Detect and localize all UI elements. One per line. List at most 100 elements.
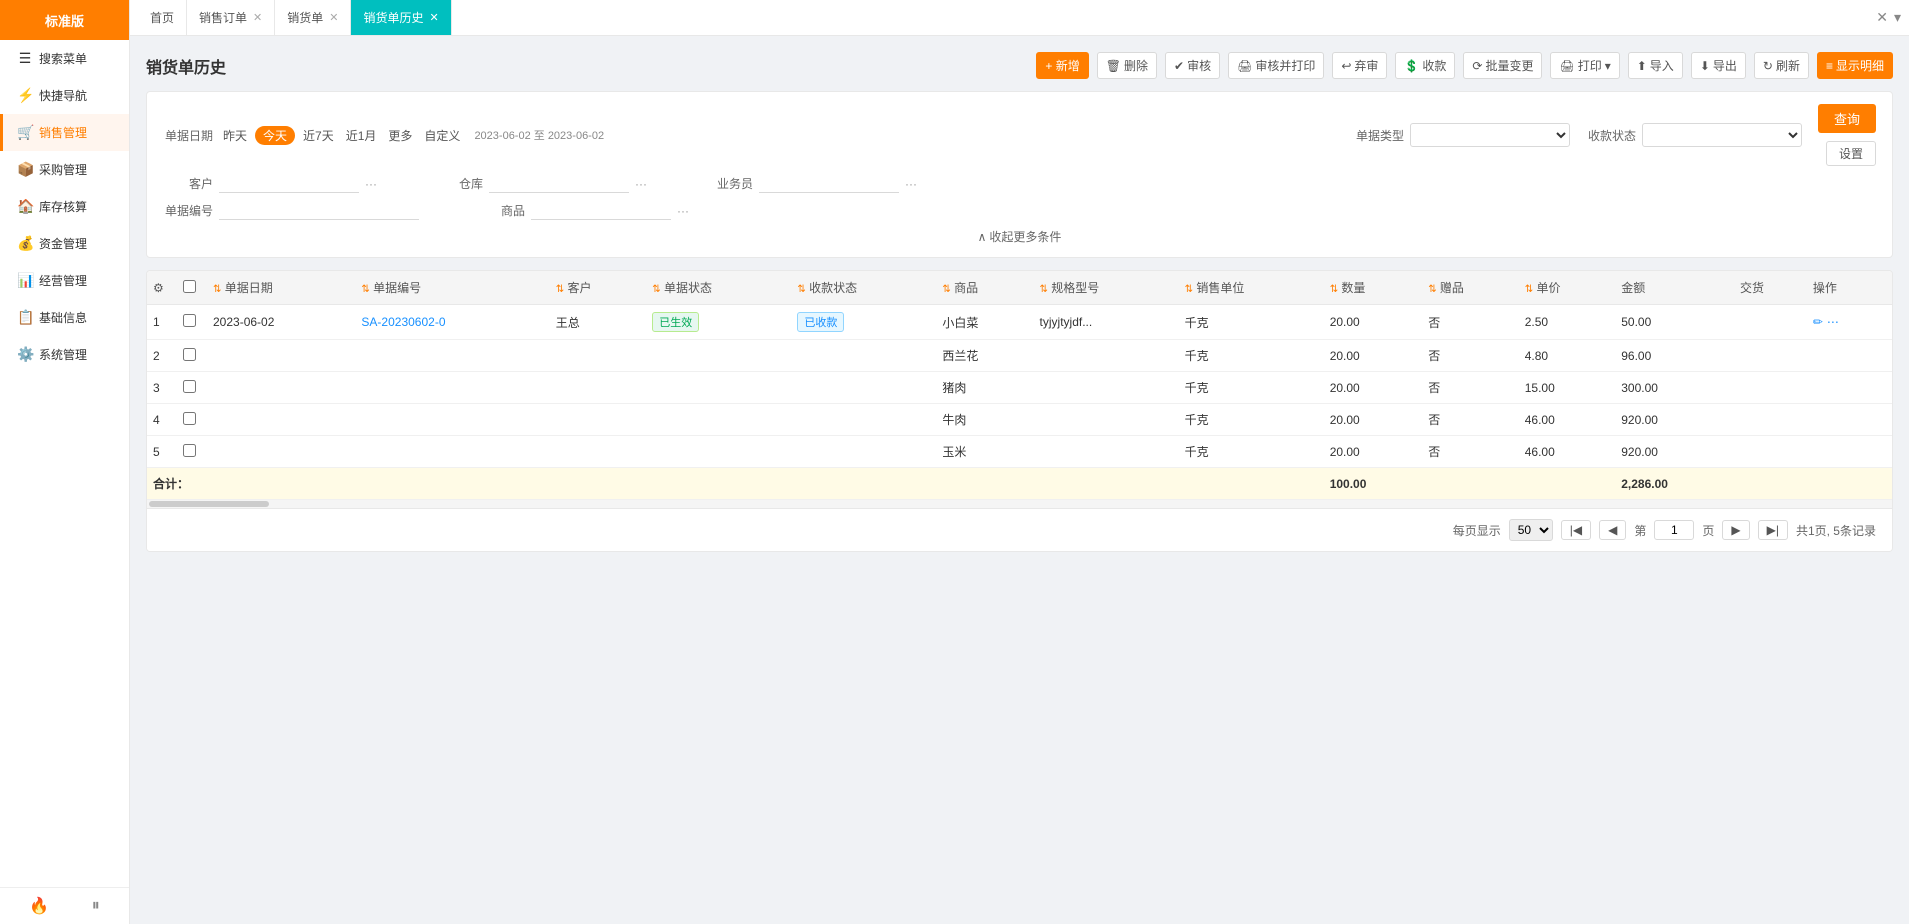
sidebar-item-operations[interactable]: 📊 经营管理 xyxy=(0,262,129,299)
new-button[interactable]: + 新增 xyxy=(1036,52,1088,79)
sidebar-item-sales-mgmt[interactable]: 🛒 销售管理 xyxy=(0,114,129,151)
page-input[interactable] xyxy=(1654,520,1694,540)
shortcut-yesterday[interactable]: 昨天 xyxy=(219,126,251,145)
th-qty[interactable]: ⇅ 数量 xyxy=(1324,271,1423,305)
th-pay-status[interactable]: ⇅ 收款状态 xyxy=(791,271,936,305)
row-checkbox[interactable] xyxy=(183,412,196,425)
pay-status-select[interactable] xyxy=(1642,123,1802,147)
show-detail-button[interactable]: ≡ 显示明细 xyxy=(1817,52,1893,79)
shortcut-today[interactable]: 今天 xyxy=(255,126,295,145)
tab-bar-close-icon[interactable]: ✕ xyxy=(1876,9,1888,26)
sidebar-item-inventory[interactable]: 🏠 库存核算 xyxy=(0,188,129,225)
row-checkbox[interactable] xyxy=(183,444,196,457)
warehouse-input[interactable] xyxy=(489,174,629,193)
shortcut-more[interactable]: 更多 xyxy=(384,126,416,145)
sidebar-item-finance[interactable]: 💰 资金管理 xyxy=(0,225,129,262)
sidebar-item-sys-mgmt[interactable]: ⚙️ 系统管理 xyxy=(0,336,129,373)
fire-icon[interactable]: 🔥 xyxy=(29,896,49,916)
staff-dots[interactable]: ··· xyxy=(905,177,917,191)
collect-button[interactable]: 💲 收款 xyxy=(1395,52,1455,79)
abandon-button[interactable]: ↩ 弃审 xyxy=(1332,52,1387,79)
batch-change-button[interactable]: ⟳ 批量变更 xyxy=(1463,52,1542,79)
table-scroll[interactable]: ⚙ ⇅ 单据日期 ⇅ 单据编号 xyxy=(147,271,1892,500)
tab-bar-menu-icon[interactable]: ▾ xyxy=(1894,9,1901,26)
th-amount: 金额 xyxy=(1615,271,1734,305)
cell-checkbox[interactable] xyxy=(177,404,207,436)
staff-label: 业务员 xyxy=(703,175,753,192)
collapse-more-btn[interactable]: ∧ 收起更多条件 xyxy=(163,228,1876,245)
tab-sales-order[interactable]: 销售订单 ✕ xyxy=(187,0,275,35)
th-goods[interactable]: ⇅ 商品 xyxy=(936,271,1033,305)
print-button[interactable]: 🖨 打印 ▾ xyxy=(1550,52,1619,79)
warehouse-dots[interactable]: ··· xyxy=(635,177,647,191)
staff-input[interactable] xyxy=(759,174,899,193)
summary-label: 合计： xyxy=(147,468,207,500)
horizontal-scrollbar[interactable] xyxy=(147,500,1892,508)
row-checkbox[interactable] xyxy=(183,380,196,393)
th-unit[interactable]: ⇅ 销售单位 xyxy=(1179,271,1324,305)
next-page-btn[interactable]: ▶ xyxy=(1722,520,1749,540)
cell-checkbox[interactable] xyxy=(177,436,207,468)
prev-page-btn[interactable]: ◀ xyxy=(1599,520,1626,540)
export-button[interactable]: ⬇ 导出 xyxy=(1691,52,1746,79)
pause-icon[interactable]: ⏸ xyxy=(92,897,100,915)
cell-checkbox[interactable] xyxy=(177,372,207,404)
cell-seq: 1 xyxy=(147,305,177,340)
page-unit: 页 xyxy=(1702,522,1714,539)
shortcut-1month[interactable]: 近1月 xyxy=(342,126,381,145)
customer-dots[interactable]: ··· xyxy=(365,177,377,191)
tab-sales-goods-close[interactable]: ✕ xyxy=(329,11,338,24)
sidebar-item-purchase-mgmt[interactable]: 📦 采购管理 xyxy=(0,151,129,188)
sort-icon-paystatus: ⇅ xyxy=(797,284,805,295)
cell-seq: 4 xyxy=(147,404,177,436)
row-checkbox[interactable] xyxy=(183,314,196,327)
th-customer[interactable]: ⇅ 客户 xyxy=(550,271,647,305)
cell-customer xyxy=(550,436,647,468)
tab-home[interactable]: 首页 xyxy=(138,0,187,35)
th-price[interactable]: ⇅ 单价 xyxy=(1519,271,1616,305)
cell-checkbox[interactable] xyxy=(177,340,207,372)
audit-print-button[interactable]: 🖨 审核并打印 xyxy=(1228,52,1324,79)
th-settings[interactable]: ⚙ xyxy=(147,271,177,305)
more-action[interactable]: ⋯ xyxy=(1827,315,1839,329)
edit-action[interactable]: ✏ xyxy=(1813,315,1823,329)
tab-sales-history[interactable]: 销货单历史 ✕ xyxy=(351,0,451,35)
scroll-thumb[interactable] xyxy=(149,501,269,507)
customer-input[interactable] xyxy=(219,174,359,193)
sidebar-item-search-menu[interactable]: ☰ 搜索菜单 xyxy=(0,40,129,77)
goods-input[interactable] xyxy=(531,201,671,220)
cell-price: 46.00 xyxy=(1519,436,1616,468)
per-page-select[interactable]: 50 xyxy=(1509,519,1553,541)
shortcut-custom[interactable]: 自定义 xyxy=(420,126,464,145)
refresh-button[interactable]: ↻ 刷新 xyxy=(1754,52,1809,79)
shortcut-7days[interactable]: 近7天 xyxy=(299,126,338,145)
th-spec[interactable]: ⇅ 规格型号 xyxy=(1034,271,1179,305)
th-gift[interactable]: ⇅ 赠品 xyxy=(1422,271,1519,305)
goods-dots[interactable]: ··· xyxy=(677,204,689,218)
th-date[interactable]: ⇅ 单据日期 xyxy=(207,271,355,305)
tab-sales-history-close[interactable]: ✕ xyxy=(430,11,439,24)
set-button[interactable]: 设置 xyxy=(1826,141,1876,166)
first-page-btn[interactable]: |◀ xyxy=(1561,520,1591,540)
sidebar-item-basic-info[interactable]: 📋 基础信息 xyxy=(0,299,129,336)
th-checkbox[interactable] xyxy=(177,271,207,305)
docno-input[interactable] xyxy=(219,201,419,220)
table-wrapper: ⚙ ⇅ 单据日期 ⇅ 单据编号 xyxy=(146,270,1893,552)
tab-sales-order-close[interactable]: ✕ xyxy=(253,11,262,24)
date-label: 单据日期 xyxy=(163,127,213,144)
th-doc-status[interactable]: ⇅ 单据状态 xyxy=(646,271,791,305)
delete-button[interactable]: 🗑 删除 xyxy=(1097,52,1157,79)
th-docno[interactable]: ⇅ 单据编号 xyxy=(355,271,549,305)
row-checkbox[interactable] xyxy=(183,348,196,361)
audit-button[interactable]: ✔ 审核 xyxy=(1165,52,1220,79)
select-all-checkbox[interactable] xyxy=(183,280,196,293)
type-select[interactable] xyxy=(1410,123,1570,147)
last-page-btn[interactable]: ▶| xyxy=(1758,520,1788,540)
tab-sales-goods[interactable]: 销货单 ✕ xyxy=(275,0,351,35)
query-button[interactable]: 查询 xyxy=(1818,104,1876,133)
cell-checkbox[interactable] xyxy=(177,305,207,340)
import-button[interactable]: ⬆ 导入 xyxy=(1628,52,1683,79)
doc-no-link[interactable]: SA-20230602-0 xyxy=(361,315,445,329)
settings-icon[interactable]: ⚙ xyxy=(153,281,164,295)
sidebar-item-quick-nav[interactable]: ⚡ 快捷导航 xyxy=(0,77,129,114)
